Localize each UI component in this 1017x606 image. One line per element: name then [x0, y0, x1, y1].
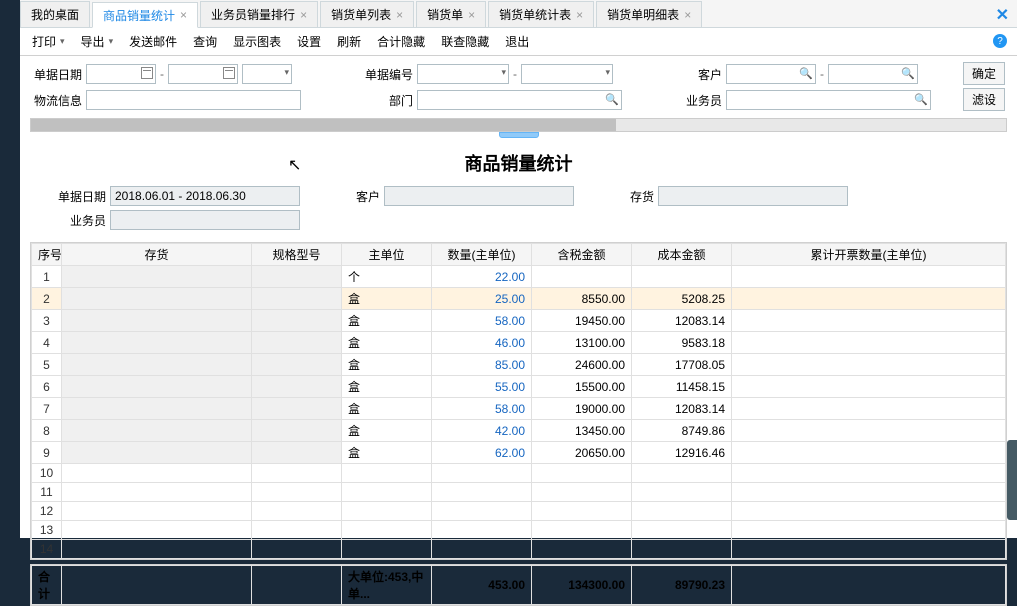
- table-row[interactable]: 7盒58.0019000.0012083.14: [32, 398, 1006, 420]
- filterset-button[interactable]: 滤设: [963, 88, 1005, 111]
- customer-label: 客户: [682, 66, 722, 83]
- table-row[interactable]: 10: [32, 464, 1006, 483]
- splitter[interactable]: [20, 132, 1017, 140]
- settings-button[interactable]: 设置: [291, 31, 327, 52]
- search-icon[interactable]: 🔍: [799, 67, 813, 80]
- close-icon[interactable]: ×: [468, 8, 475, 22]
- totals-label: 合计: [32, 566, 62, 605]
- table-row[interactable]: 1个22.00: [32, 266, 1006, 288]
- salesperson-input[interactable]: [726, 90, 931, 110]
- query-button[interactable]: 查询: [187, 31, 223, 52]
- docno-to-input[interactable]: [521, 64, 613, 84]
- print-button[interactable]: 打印: [26, 31, 71, 52]
- refresh-button[interactable]: 刷新: [331, 31, 367, 52]
- hidesum-button[interactable]: 合计隐藏: [371, 31, 431, 52]
- report-customer-label: 客户: [340, 188, 380, 205]
- column-header[interactable]: 累计开票数量(主单位): [732, 244, 1006, 266]
- table-row[interactable]: 13: [32, 521, 1006, 540]
- close-icon[interactable]: ×: [684, 8, 691, 22]
- tab-销货单列表[interactable]: 销货单列表×: [320, 1, 414, 27]
- date-preset-combo[interactable]: [242, 64, 292, 84]
- dept-input[interactable]: [417, 90, 622, 110]
- column-header[interactable]: 含税金额: [532, 244, 632, 266]
- report-salesperson-label: 业务员: [50, 212, 106, 229]
- table-row[interactable]: 4盒46.0013100.009583.18: [32, 332, 1006, 354]
- calendar-icon[interactable]: [223, 67, 235, 79]
- docno-label: 单据编号: [361, 66, 413, 83]
- table-row[interactable]: 8盒42.0013450.008749.86: [32, 420, 1006, 442]
- report-inventory-value: [658, 186, 848, 206]
- column-header[interactable]: 序号: [32, 244, 62, 266]
- search-icon[interactable]: 🔍: [914, 93, 928, 106]
- report-inventory-label: 存货: [614, 188, 654, 205]
- close-icon[interactable]: ×: [300, 8, 307, 22]
- horizontal-scrollbar[interactable]: [30, 118, 1007, 132]
- column-header[interactable]: 规格型号: [252, 244, 342, 266]
- tab-销货单明细表[interactable]: 销货单明细表×: [596, 1, 702, 27]
- table-row[interactable]: 9盒62.0020650.0012916.46: [32, 442, 1006, 464]
- search-icon[interactable]: 🔍: [901, 67, 915, 80]
- table-row[interactable]: 12: [32, 502, 1006, 521]
- exit-button[interactable]: 退出: [499, 31, 535, 52]
- data-grid[interactable]: 序号存货规格型号主单位数量(主单位)含税金额成本金额累计开票数量(主单位) 1个…: [30, 242, 1007, 560]
- hidelink-button[interactable]: 联查隐藏: [435, 31, 495, 52]
- table-row[interactable]: 2盒25.008550.005208.25: [32, 288, 1006, 310]
- logistics-input[interactable]: [86, 90, 301, 110]
- table-row[interactable]: 14: [32, 540, 1006, 559]
- table-row[interactable]: 3盒58.0019450.0012083.14: [32, 310, 1006, 332]
- totals-unit: 大单位:453,中单...: [342, 566, 432, 605]
- column-header[interactable]: 存货: [62, 244, 252, 266]
- side-handle[interactable]: [1007, 440, 1017, 520]
- column-header[interactable]: 成本金额: [632, 244, 732, 266]
- table-row[interactable]: 11: [32, 483, 1006, 502]
- totals-cost: 89790.23: [632, 566, 732, 605]
- close-icon[interactable]: ×: [180, 8, 187, 22]
- dash-separator: -: [820, 67, 824, 81]
- close-all-icon[interactable]: ✕: [996, 5, 1009, 25]
- tab-销货单[interactable]: 销货单×: [416, 1, 486, 27]
- report-title: 商品销量统计: [30, 144, 1007, 182]
- dept-label: 部门: [361, 92, 413, 109]
- totals-row: 合计 大单位:453,中单... 453.00 134300.00 89790.…: [30, 564, 1007, 606]
- report-date-value: [110, 186, 300, 206]
- docno-from-input[interactable]: [417, 64, 509, 84]
- tab-销货单统计表[interactable]: 销货单统计表×: [488, 1, 594, 27]
- report-customer-value: [384, 186, 574, 206]
- search-icon[interactable]: 🔍: [605, 93, 619, 106]
- tab-商品销量统计[interactable]: 商品销量统计×: [92, 2, 198, 28]
- confirm-button[interactable]: 确定: [963, 62, 1005, 85]
- logistics-label: 物流信息: [30, 92, 82, 109]
- table-row[interactable]: 5盒85.0024600.0017708.05: [32, 354, 1006, 376]
- column-header[interactable]: 数量(主单位): [432, 244, 532, 266]
- dash-separator: -: [513, 67, 517, 81]
- export-button[interactable]: 导出: [75, 31, 120, 52]
- help-icon[interactable]: ?: [993, 34, 1007, 48]
- close-icon[interactable]: ×: [396, 8, 403, 22]
- dash-separator: -: [160, 67, 164, 81]
- totals-qty: 453.00: [432, 566, 532, 605]
- report-salesperson-value: [110, 210, 300, 230]
- filter-bar: 单据日期 - 物流信息 单据编号 -: [20, 56, 1017, 118]
- totals-tax: 134300.00: [532, 566, 632, 605]
- close-icon[interactable]: ×: [576, 8, 583, 22]
- sendmail-button[interactable]: 发送邮件: [123, 31, 183, 52]
- tab-我的桌面[interactable]: 我的桌面: [20, 1, 90, 27]
- table-row[interactable]: 6盒55.0015500.0011458.15: [32, 376, 1006, 398]
- date-label: 单据日期: [30, 66, 82, 83]
- calendar-icon[interactable]: [141, 67, 153, 79]
- showchart-button[interactable]: 显示图表: [227, 31, 287, 52]
- column-header[interactable]: 主单位: [342, 244, 432, 266]
- tab-bar: 我的桌面商品销量统计×业务员销量排行×销货单列表×销货单×销货单统计表×销货单明…: [20, 0, 1017, 28]
- toolbar: 打印 导出 发送邮件 查询 显示图表 设置 刷新 合计隐藏 联查隐藏 退出 ?: [20, 28, 1017, 56]
- report-date-label: 单据日期: [50, 188, 106, 205]
- salesperson-label: 业务员: [682, 92, 722, 109]
- tab-业务员销量排行[interactable]: 业务员销量排行×: [200, 1, 318, 27]
